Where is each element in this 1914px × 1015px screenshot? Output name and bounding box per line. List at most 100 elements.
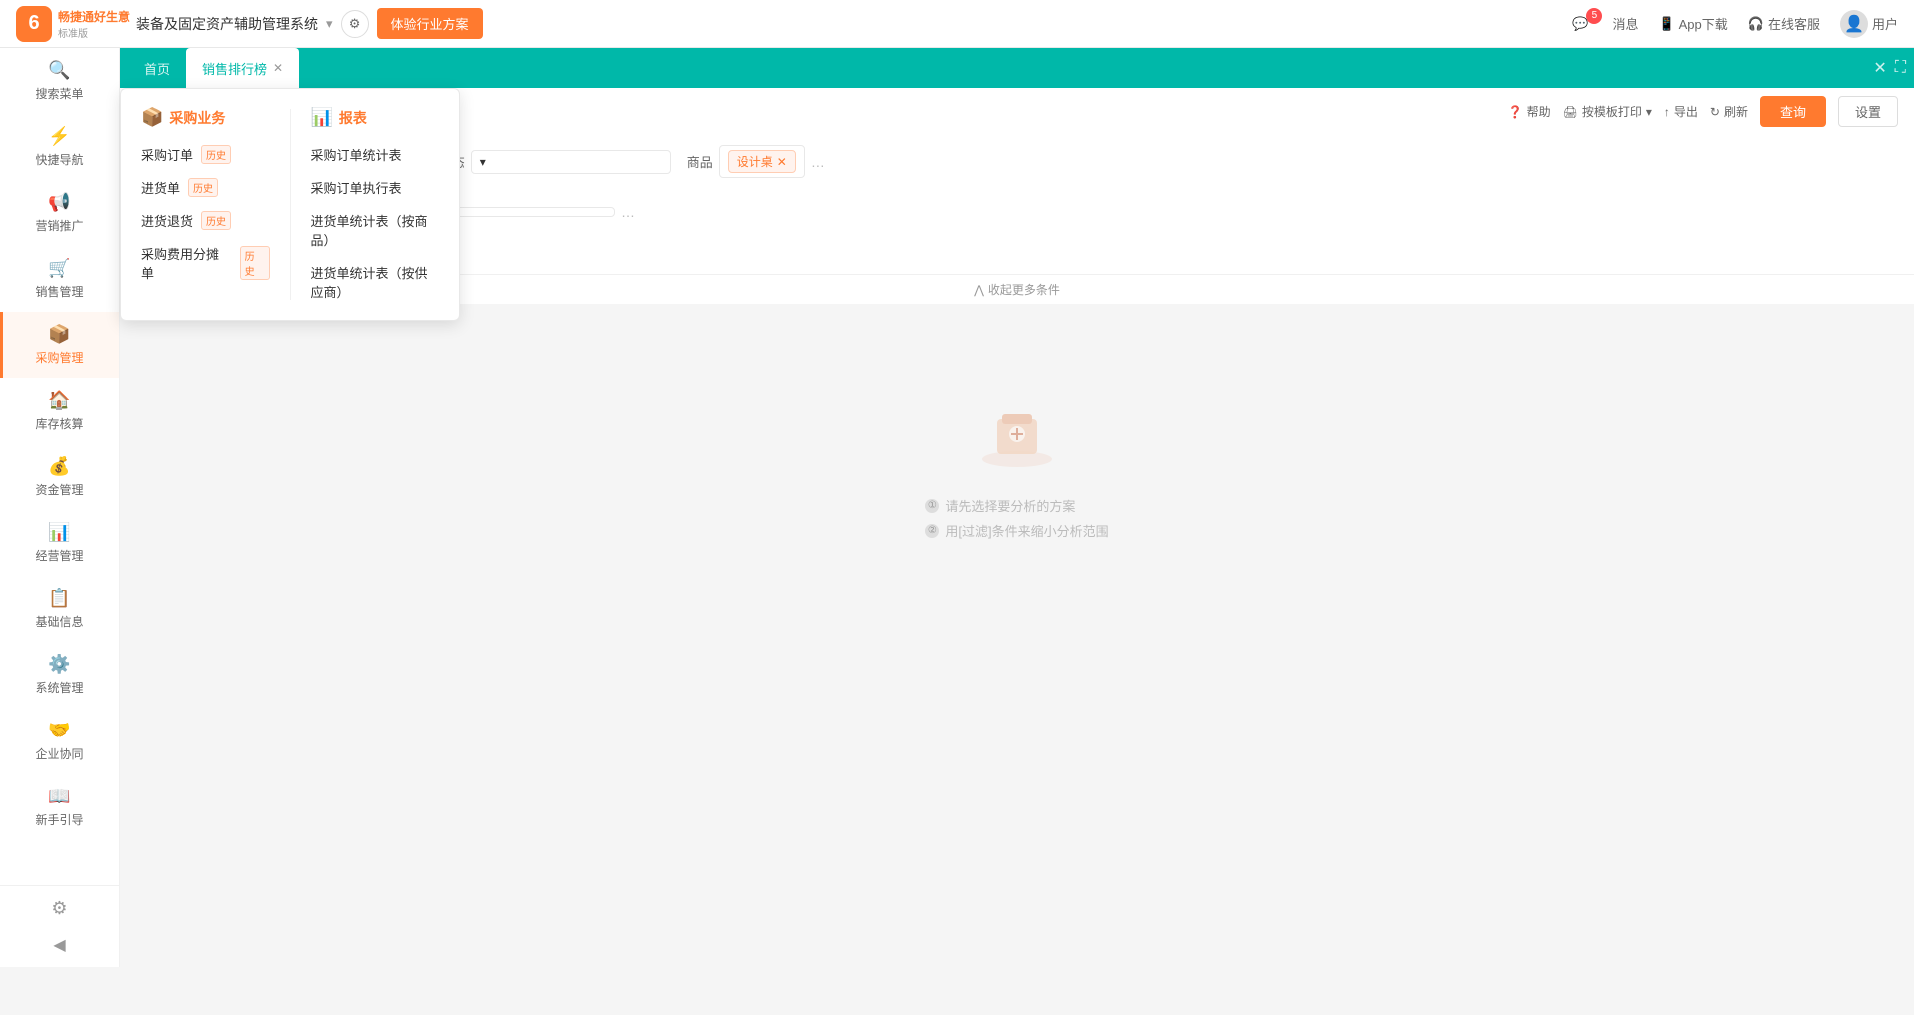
user-avatar: 👤 — [1840, 10, 1868, 38]
search-btn[interactable]: 查询 — [1760, 96, 1826, 127]
app-download-btn[interactable]: 📱 App下载 — [1658, 14, 1727, 33]
tab-home[interactable]: 首页 — [128, 48, 186, 88]
collab-icon: 🤝 — [48, 720, 70, 741]
sidebar-item-purchase[interactable]: 📦 采购管理 — [0, 312, 119, 378]
goods-tag-text: 设计桌 — [737, 153, 773, 170]
purchase-order-history-badge: 历史 — [201, 145, 231, 164]
headset-icon: 🎧 — [1748, 16, 1764, 32]
settings-icon[interactable]: ⚙ — [341, 10, 369, 38]
sidebar-collapse-btn[interactable]: ◀ — [53, 935, 65, 955]
guide-icon: 📖 — [48, 786, 70, 807]
goods-label: 商品 — [687, 152, 713, 171]
dropdown-item-receipt-supplier-label: 进货单统计表（按供应商） — [311, 263, 440, 301]
sidebar-settings-icon[interactable]: ⚙ — [51, 898, 67, 919]
system-title[interactable]: 装备及固定资产辅助管理系统 — [136, 14, 318, 34]
sidebar-item-operations[interactable]: 📊 经营管理 — [0, 510, 119, 576]
sidebar-bottom: ⚙ ◀ — [0, 885, 119, 967]
dropdown-item-receipt-supplier[interactable]: 进货单统计表（按供应商） — [303, 256, 448, 308]
system-dropdown-icon[interactable]: ▾ — [326, 16, 333, 32]
sidebar-item-search[interactable]: 🔍 搜索菜单 — [0, 48, 119, 114]
print-btn[interactable]: 🖨 按模板打印 ▾ — [1563, 103, 1652, 120]
order-status-arrow: ▾ — [480, 155, 486, 169]
tab-close-icon[interactable]: ✕ — [273, 61, 283, 75]
tab-bar-right: ✕ ⛶ — [1873, 58, 1906, 78]
dropdown-item-return[interactable]: 进货退货 历史 — [133, 204, 278, 237]
tab-close-all-icon[interactable]: ✕ — [1873, 58, 1886, 78]
dropdown-item-receipt-goods-label: 进货单统计表（按商品） — [311, 211, 440, 249]
dropdown-report-header: 📊 报表 — [303, 101, 448, 134]
marketing-icon: 📢 — [48, 192, 70, 213]
operations-icon: 📊 — [48, 522, 70, 543]
message-btn[interactable]: 💬 5 消息 — [1572, 14, 1638, 33]
sidebar-item-inventory[interactable]: 🏠 库存核算 — [0, 378, 119, 444]
sidebar-item-quicknav[interactable]: ⚡ 快捷导航 — [0, 114, 119, 180]
industry-btn[interactable]: 体验行业方案 — [377, 8, 483, 39]
sidebar-item-basic[interactable]: 📋 基础信息 — [0, 576, 119, 642]
empty-tip-1: ① 请先选择要分析的方案 — [925, 496, 1108, 515]
dropdown-item-expense[interactable]: 采购费用分摊单 历史 — [133, 237, 278, 289]
refresh-btn[interactable]: ↻ 刷新 — [1710, 103, 1748, 120]
dropdown-item-order-stat[interactable]: 采购订单统计表 — [303, 138, 448, 171]
tab-sales-rank[interactable]: 销售排行榜 ✕ — [186, 48, 299, 88]
print-dropdown-icon[interactable]: ▾ — [1646, 105, 1652, 119]
tab-home-label: 首页 — [144, 59, 170, 78]
purchase-header-label: 采购业务 — [169, 108, 225, 128]
sidebar-label-search: 搜索菜单 — [35, 85, 83, 102]
dropdown-item-order-exec[interactable]: 采购订单执行表 — [303, 171, 448, 204]
logo-text-area: 畅捷通好生意 标准版 — [58, 8, 130, 40]
goods-receipt-history-badge: 历史 — [188, 178, 218, 197]
salesperson-dots[interactable]: … — [621, 204, 635, 220]
goods-input[interactable]: 设计桌 ✕ — [719, 145, 805, 178]
dropdown-item-goods-receipt-label: 进货单 — [141, 178, 180, 197]
sidebar-label-operations: 经营管理 — [35, 547, 83, 564]
app-download-label: App下载 — [1679, 14, 1728, 33]
dropdown-report-col: 📊 报表 采购订单统计表 采购订单执行表 进货单统计表（按商品） 进货单统计表（… — [291, 101, 460, 308]
empty-tip-1-text: 请先选择要分析的方案 — [945, 496, 1075, 515]
sidebar-item-sales[interactable]: 🛒 销售管理 — [0, 246, 119, 312]
dropdown-item-expense-label: 采购费用分摊单 — [141, 244, 232, 282]
user-label: 用户 — [1872, 14, 1898, 33]
sidebar-label-quicknav: 快捷导航 — [35, 151, 83, 168]
search-icon: 🔍 — [48, 60, 70, 81]
export-btn[interactable]: ↑ 导出 — [1664, 103, 1698, 120]
return-history-badge: 历史 — [201, 211, 231, 230]
sidebar-label-system: 系统管理 — [35, 679, 83, 696]
sidebar-item-marketing[interactable]: 📢 营销推广 — [0, 180, 119, 246]
help-btn[interactable]: ❓ 帮助 — [1508, 103, 1551, 120]
sidebar-item-finance[interactable]: 💰 资金管理 — [0, 444, 119, 510]
basic-icon: 📋 — [48, 588, 70, 609]
report-header-label: 报表 — [339, 108, 367, 128]
sidebar-label-collab: 企业协同 — [35, 745, 83, 762]
goods-more-dots[interactable]: … — [811, 154, 825, 170]
dropdown-cols: 📦 采购业务 采购订单 历史 进货单 历史 进货退货 历史 采购费用分摊单 历史 — [121, 101, 459, 308]
empty-state: ① 请先选择要分析的方案 ② 用[过滤]条件来缩小分析范围 — [120, 304, 1914, 620]
dropdown-item-purchase-order-label: 采购订单 — [141, 145, 193, 164]
settings-action-btn[interactable]: 设置 — [1838, 96, 1898, 127]
tab-expand-icon[interactable]: ⛶ — [1895, 59, 1906, 77]
logo-title: 畅捷通好生意 — [58, 8, 130, 25]
phone-icon: 📱 — [1658, 16, 1674, 32]
sidebar-item-collab[interactable]: 🤝 企业协同 — [0, 708, 119, 774]
collapse-chevron-icon: ⋀ — [974, 283, 984, 297]
finance-icon: 💰 — [48, 456, 70, 477]
system-icon: ⚙️ — [48, 654, 70, 675]
help-icon: ❓ — [1508, 105, 1523, 119]
quicknav-icon: ⚡ — [48, 126, 70, 147]
dropdown-item-receipt-goods[interactable]: 进货单统计表（按商品） — [303, 204, 448, 256]
online-service-btn[interactable]: 🎧 在线客服 — [1748, 14, 1820, 33]
purchase-header-icon: 📦 — [141, 107, 163, 128]
print-label: 按模板打印 — [1582, 103, 1642, 120]
dropdown-item-purchase-order[interactable]: 采购订单 历史 — [133, 138, 278, 171]
report-header-icon: 📊 — [311, 107, 333, 128]
goods-tag-close[interactable]: ✕ — [777, 155, 787, 169]
dropdown-item-goods-receipt[interactable]: 进货单 历史 — [133, 171, 278, 204]
order-status-input[interactable]: ▾ — [471, 150, 671, 174]
user-area[interactable]: 👤 用户 — [1840, 10, 1898, 38]
dropdown-item-order-exec-label: 采购订单执行表 — [311, 178, 402, 197]
sidebar-item-guide[interactable]: 📖 新手引导 — [0, 774, 119, 840]
empty-dot-2: ② — [925, 524, 939, 538]
sidebar-label-marketing: 营销推广 — [35, 217, 83, 234]
sidebar-label-finance: 资金管理 — [35, 481, 83, 498]
dropdown-item-order-stat-label: 采购订单统计表 — [311, 145, 402, 164]
sidebar-item-system[interactable]: ⚙️ 系统管理 — [0, 642, 119, 708]
